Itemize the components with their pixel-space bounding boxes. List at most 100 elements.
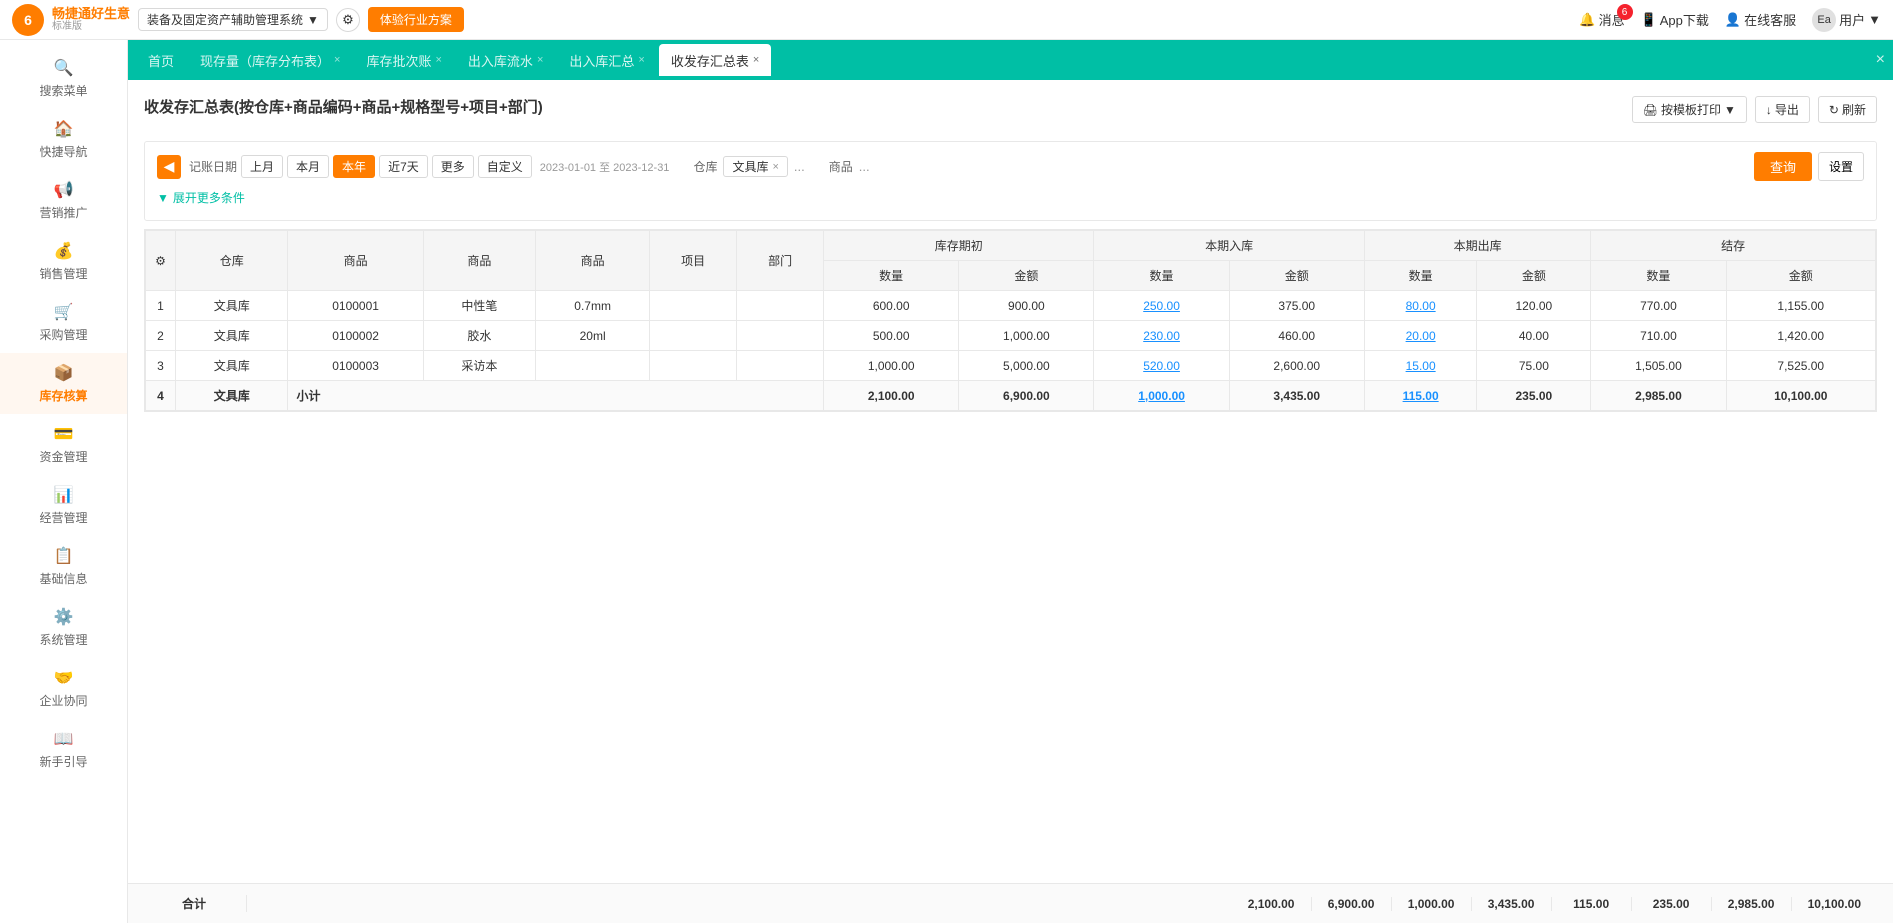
expand-conditions-btn[interactable]: ▼ 展开更多条件 [157,189,1864,206]
sidebar-label-enterprise: 企业协同 [39,692,87,709]
warehouse-tag-close[interactable]: × [772,161,778,173]
selector-arrow-icon: ▼ [307,13,319,27]
row2-in-qty[interactable]: 230.00 [1094,321,1229,351]
sidebar-item-inventory[interactable]: 📦 库存核算 [0,353,127,414]
subtotal-warehouse: 文具库 [176,381,288,411]
system-selector[interactable]: 装备及固定资产辅助管理系统 ▼ [138,8,328,31]
marketing-icon: 📢 [54,180,74,200]
app-subtitle: 标准版 [52,21,130,33]
sidebar-item-guide[interactable]: 📖 新手引导 [0,719,127,780]
sidebar-item-basic[interactable]: 📋 基础信息 [0,536,127,597]
refresh-icon: ↻ [1829,103,1839,117]
app-download-btn[interactable]: 📱 App下载 [1641,10,1709,29]
row1-open-qty: 600.00 [824,291,959,321]
settings-btn[interactable]: 设置 [1818,152,1864,181]
subtotal-bal-amt: 10,100.00 [1726,381,1875,411]
row3-code: 0100003 [288,351,423,381]
filter-toggle-btn[interactable]: ◀ [157,155,181,179]
row1-in-qty[interactable]: 250.00 [1094,291,1229,321]
settings-icon[interactable]: ⚙ [336,8,360,32]
sales-icon: 💰 [54,241,74,261]
row2-dept [737,321,824,351]
row2-out-amt: 40.00 [1477,321,1591,351]
tab-batch[interactable]: 库存批次账 × [354,44,453,76]
message-badge: 6 [1617,4,1633,20]
date-btn-7days[interactable]: 近7天 [379,155,428,178]
tab-stock-dist-label: 现存量（库存分布表） [200,51,330,70]
row3-out-qty[interactable]: 15.00 [1364,351,1477,381]
th-spec: 商品 [536,231,650,291]
th-settings[interactable]: ⚙ [146,231,176,291]
expand-label: 展开更多条件 [173,189,245,206]
tab-batch-close[interactable]: × [435,54,441,66]
date-btn-this-month[interactable]: 本月 [287,155,329,178]
sidebar-item-search[interactable]: 🔍 搜索菜单 [0,48,127,109]
tab-inout-flow[interactable]: 出入库流水 × [456,44,555,76]
date-btn-custom[interactable]: 自定义 [478,155,532,178]
row1-open-amt: 900.00 [959,291,1094,321]
sidebar-item-purchase[interactable]: 🛒 采购管理 [0,292,127,353]
app-logo: 6 [12,4,44,36]
sidebar-item-finance[interactable]: 💳 资金管理 [0,414,127,475]
tab-inout-summary[interactable]: 出入库汇总 × [557,44,656,76]
row1-out-qty[interactable]: 80.00 [1364,291,1477,321]
subtotal-out-qty[interactable]: 115.00 [1364,381,1477,411]
refresh-btn[interactable]: ↻ 刷新 [1818,96,1877,123]
sidebar-label-business: 经营管理 [39,509,87,526]
tab-recv-send-close[interactable]: × [753,54,759,66]
th-group-balance: 结存 [1591,231,1876,261]
print-btn[interactable]: 🖨 按模板打印 ▼ [1632,96,1747,123]
sidebar-item-business[interactable]: 📊 经营管理 [0,475,127,536]
row3-in-qty[interactable]: 520.00 [1094,351,1229,381]
total-in-qty: 1,000.00 [1392,897,1472,911]
warehouse-filter-label: 仓库 [693,158,717,175]
inventory-icon: 📦 [54,363,74,383]
table-settings-icon: ⚙ [155,254,166,268]
total-in-amt: 3,435.00 [1472,897,1552,911]
tab-home[interactable]: 首页 [136,44,186,76]
date-btn-last-month[interactable]: 上月 [241,155,283,178]
online-service-btn[interactable]: 👤 在线客服 [1725,10,1796,29]
product-dots[interactable]: ... [859,159,870,174]
th-group-out: 本期出库 [1364,231,1590,261]
subtotal-out-amt: 235.00 [1477,381,1591,411]
tab-bar-close-btn[interactable]: × [1876,51,1885,69]
row3-num: 3 [146,351,176,381]
query-btn[interactable]: 查询 [1754,152,1812,181]
tab-inout-flow-label: 出入库流水 [468,51,533,70]
tab-inout-summary-label: 出入库汇总 [569,51,634,70]
message-btn[interactable]: 🔔 消息 6 [1579,10,1624,29]
total-bar: 合计 2,100.00 6,900.00 1,000.00 3,435.00 1… [128,883,1893,923]
date-btn-group: 上月 本月 本年 近7天 更多 自定义 [241,155,532,178]
tab-inout-summary-close[interactable]: × [638,54,644,66]
export-btn[interactable]: ↓ 导出 [1755,96,1810,123]
row1-spec: 0.7mm [536,291,650,321]
avatar: Ea [1812,8,1836,32]
tab-recv-send-label: 收发存汇总表 [671,51,749,70]
user-btn[interactable]: Ea 用户 ▼ [1812,8,1881,32]
sidebar-item-enterprise[interactable]: 🤝 企业协同 [0,658,127,719]
subtotal-in-qty[interactable]: 1,000.00 [1094,381,1229,411]
tab-recv-send[interactable]: 收发存汇总表 × [659,44,771,76]
subtotal-bal-qty: 2,985.00 [1591,381,1726,411]
sidebar-item-quick-nav[interactable]: 🏠 快捷导航 [0,109,127,170]
user-label: 用户 [1839,10,1865,29]
warehouse-dots[interactable]: ... [794,159,805,174]
tab-stock-dist-close[interactable]: × [334,54,340,66]
user-dropdown-icon: ▼ [1868,12,1881,27]
row1-dept [737,291,824,321]
tab-inout-flow-close[interactable]: × [537,54,543,66]
sidebar-item-marketing[interactable]: 📢 营销推广 [0,170,127,231]
sidebar-item-sales[interactable]: 💰 销售管理 [0,231,127,292]
app-download-label: App下载 [1660,10,1709,29]
row2-out-qty[interactable]: 20.00 [1364,321,1477,351]
experience-btn[interactable]: 体验行业方案 [368,7,464,32]
sidebar-item-system[interactable]: ⚙️ 系统管理 [0,597,127,658]
warehouse-tag: 文具库 × [723,156,787,177]
date-btn-this-year[interactable]: 本年 [333,155,375,178]
date-btn-more[interactable]: 更多 [432,155,474,178]
enterprise-icon: 🤝 [54,668,74,688]
tab-stock-dist[interactable]: 现存量（库存分布表） × [188,44,352,76]
th-dept: 部门 [737,231,824,291]
row2-warehouse: 文具库 [176,321,288,351]
